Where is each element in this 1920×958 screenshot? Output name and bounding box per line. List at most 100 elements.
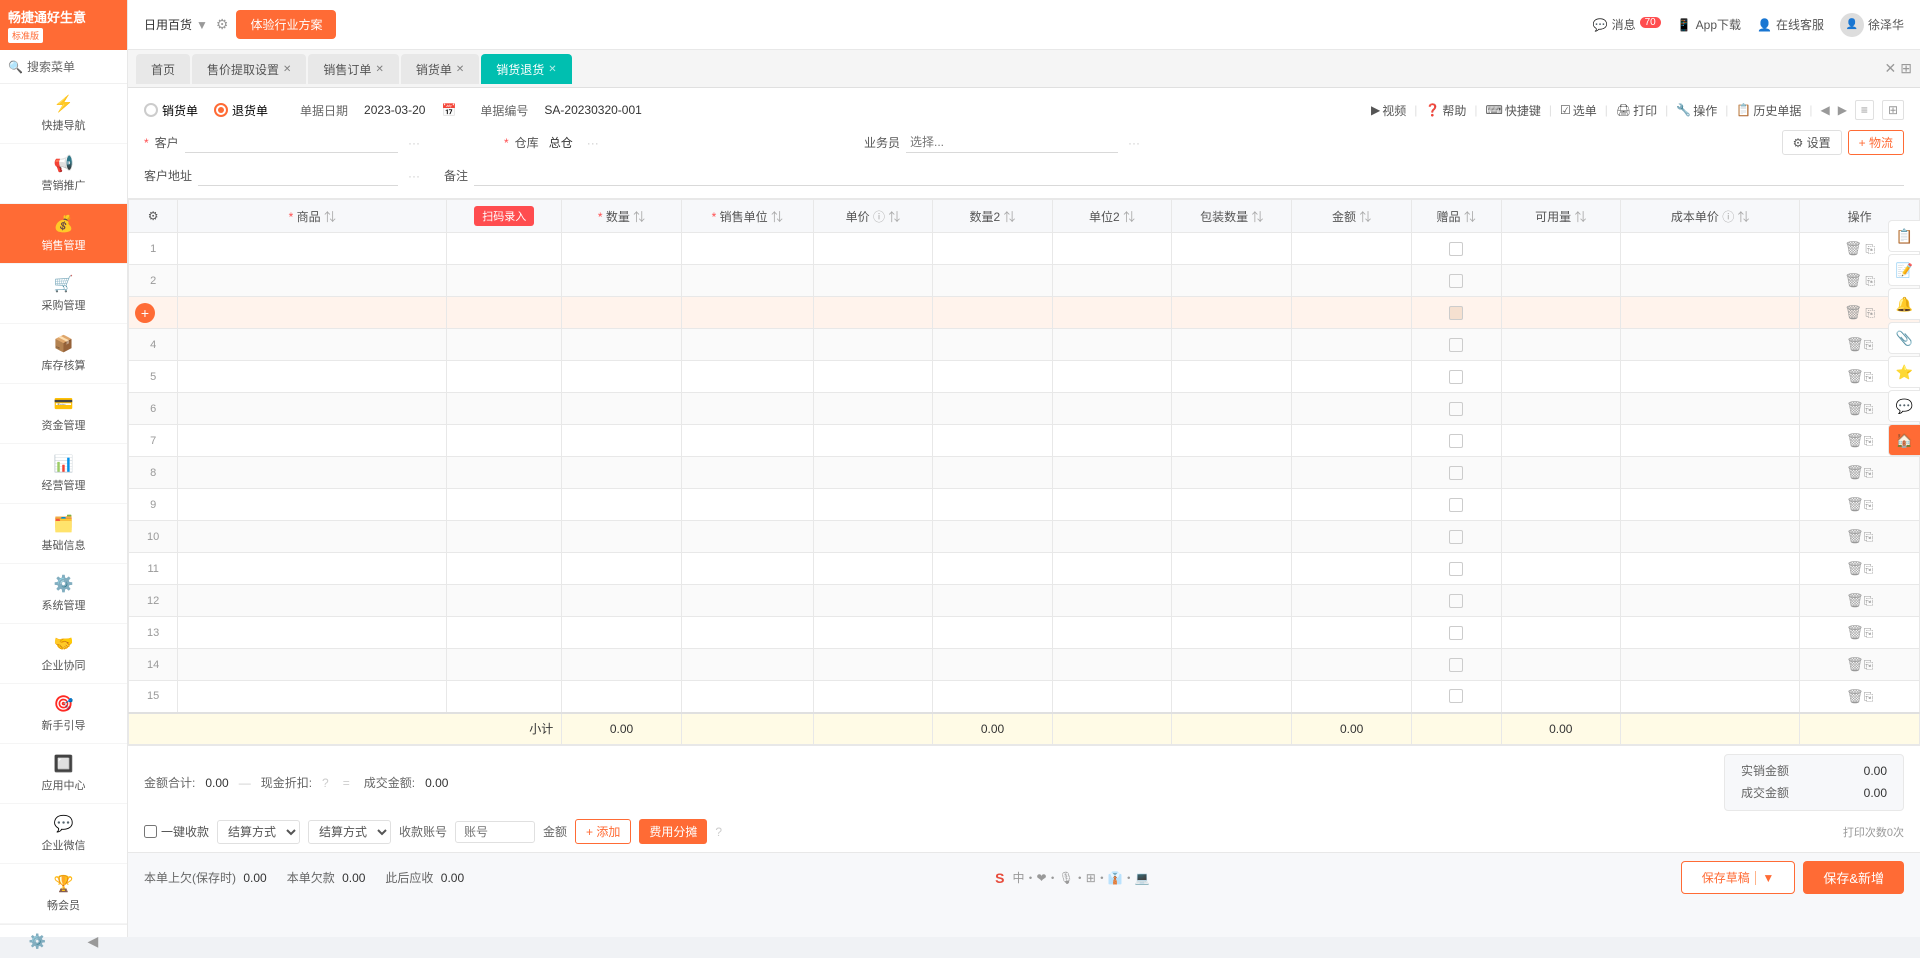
price-cell[interactable] (813, 265, 933, 297)
gift-checkbox[interactable] (1449, 306, 1463, 320)
toolbar-print[interactable]: 🖨 打印 (1616, 102, 1657, 119)
note-input[interactable] (474, 165, 1904, 186)
th-settings[interactable]: ⚙ (129, 200, 178, 233)
pack-cell[interactable] (1172, 297, 1292, 329)
view-toggle-grid[interactable]: ⊞ (1882, 100, 1904, 120)
right-panel-star[interactable]: ⭐ (1888, 356, 1920, 388)
goods-cell[interactable] (178, 233, 447, 265)
address-expand-icon[interactable]: ··· (404, 169, 424, 183)
scan-btn[interactable]: 扫码录入 (474, 206, 534, 226)
cost-sort-icon[interactable]: ⇅ (1738, 210, 1750, 224)
calculation-method-select[interactable]: 结算方式 (308, 820, 391, 844)
toolbar-shortcut[interactable]: ⌨ 快捷键 (1486, 102, 1541, 119)
amount-sort-icon[interactable]: ⇅ (1359, 210, 1371, 224)
right-panel-link[interactable]: 📎 (1888, 322, 1920, 354)
pack-cell[interactable] (1172, 233, 1292, 265)
cost-price-cell[interactable] (1621, 233, 1800, 265)
copy-row-btn[interactable]: ⎘ (1864, 498, 1874, 513)
one-key-payment-input[interactable] (144, 825, 157, 838)
sidebar-item-marketing[interactable]: 📢 营销推广 (0, 144, 127, 204)
price-cell[interactable] (813, 233, 933, 265)
sidebar-item-basic[interactable]: 🗂️ 基础信息 (0, 504, 127, 564)
sidebar-item-operation[interactable]: 📊 经营管理 (0, 444, 127, 504)
goods-sort-icon[interactable]: ⇅ (324, 210, 336, 224)
delete-row-btn[interactable]: 🗑 (1846, 688, 1864, 705)
gift-checkbox[interactable] (1449, 242, 1463, 256)
sidebar-item-inventory[interactable]: 📦 库存核算 (0, 324, 127, 384)
trial-btn[interactable]: 体验行业方案 (236, 10, 336, 39)
sidebar-item-purchase[interactable]: 🛒 采购管理 (0, 264, 127, 324)
gift-checkbox[interactable] (1449, 498, 1463, 512)
account-input[interactable] (455, 821, 535, 843)
copy-row-btn[interactable]: ⎘ (1865, 274, 1875, 289)
sidebar-item-enterprise[interactable]: 🤝 企业协同 (0, 624, 127, 684)
save-draft-btn[interactable]: 保存草稿 ▼ (1681, 861, 1796, 894)
draft-arrow-icon[interactable]: ▼ (1755, 871, 1774, 885)
toolbar-select[interactable]: ☑ 选单 (1560, 102, 1597, 119)
settings-bottom-icon[interactable]: ⚙️ (29, 933, 46, 950)
qty-cell[interactable] (562, 233, 682, 265)
copy-row-btn[interactable]: ⎘ (1864, 466, 1874, 481)
qty-cell[interactable] (562, 297, 682, 329)
delete-row-btn[interactable]: 🗑 (1846, 496, 1864, 513)
tab-expand-icon[interactable]: ⊞ (1900, 60, 1912, 77)
one-key-payment-checkbox[interactable]: 一键收款 (144, 823, 209, 840)
copy-row-btn[interactable]: ⎘ (1865, 242, 1875, 257)
right-panel-note[interactable]: 📝 (1888, 254, 1920, 286)
gift-cell[interactable] (1411, 297, 1501, 329)
goods-input-cell[interactable] (178, 297, 447, 329)
gift-checkbox[interactable] (1449, 594, 1463, 608)
settlement-method-select[interactable]: 结算方式 (217, 820, 300, 844)
copy-row-btn[interactable]: ⎘ (1864, 594, 1874, 609)
qty-sort-icon[interactable]: ⇅ (633, 210, 645, 224)
right-panel-clipboard[interactable]: 📋 (1888, 220, 1920, 252)
available-cell[interactable] (1501, 297, 1621, 329)
sidebar-item-appstore[interactable]: 🔲 应用中心 (0, 744, 127, 804)
gift-checkbox[interactable] (1449, 658, 1463, 672)
tab-sales-return-close[interactable]: ✕ (548, 64, 556, 75)
delete-row-btn[interactable]: 🗑 (1846, 624, 1864, 641)
unit-cell[interactable] (681, 233, 813, 265)
gift-checkbox[interactable] (1449, 530, 1463, 544)
delete-row-btn[interactable]: 🗑 (1844, 304, 1862, 321)
settings-btn[interactable]: ⚙ 设置 (1782, 130, 1842, 155)
goods-cell[interactable] (178, 265, 447, 297)
tab-sales-goods-close[interactable]: ✕ (456, 64, 464, 75)
message-btn[interactable]: 💬 消息 70 (1593, 16, 1661, 33)
tab-close-all-icon[interactable]: ✕ (1885, 60, 1897, 77)
delete-row-btn[interactable]: 🗑 (1846, 432, 1864, 449)
qty2-cell[interactable] (933, 265, 1053, 297)
delete-row-btn[interactable]: 🗑 (1846, 464, 1864, 481)
radio-sales[interactable]: 销货单 (144, 102, 198, 119)
copy-row-btn[interactable]: ⎘ (1864, 690, 1874, 705)
delete-row-btn[interactable]: 🗑 (1846, 336, 1864, 353)
delete-row-btn[interactable]: 🗑 (1844, 272, 1862, 289)
unit2-cell[interactable] (1052, 233, 1172, 265)
tab-sales-order[interactable]: 销售订单 ✕ (308, 54, 398, 84)
delete-row-btn[interactable]: 🗑 (1844, 240, 1862, 257)
unit2-sort-icon[interactable]: ⇅ (1123, 210, 1135, 224)
gift-sort-icon[interactable]: ⇅ (1464, 210, 1476, 224)
price-sort-icon[interactable]: ⇅ (888, 210, 900, 224)
online-support-btn[interactable]: 👤 在线客服 (1757, 16, 1824, 33)
sidebar-item-system[interactable]: ⚙️ 系统管理 (0, 564, 127, 624)
unit-sort-icon[interactable]: ⇅ (771, 210, 783, 224)
available-cell[interactable] (1501, 265, 1621, 297)
gift-checkbox[interactable] (1449, 626, 1463, 640)
nav-next-icon[interactable]: ▶ (1838, 103, 1847, 117)
view-toggle-list[interactable]: ≡ (1855, 100, 1874, 120)
right-panel-home[interactable]: 🏠 (1888, 424, 1920, 456)
tab-price-settings[interactable]: 售价提取设置 ✕ (192, 54, 306, 84)
th-scan[interactable]: 扫码录入 (447, 200, 562, 233)
tab-price-settings-close[interactable]: ✕ (283, 64, 291, 75)
gift-checkbox[interactable] (1449, 434, 1463, 448)
topbar-settings-icon[interactable]: ⚙ (216, 16, 229, 33)
sidebar-item-wechat[interactable]: 💬 企业微信 (0, 804, 127, 864)
copy-row-btn[interactable]: ⎘ (1864, 530, 1874, 545)
price-cell[interactable] (813, 297, 933, 329)
cost-price-cell[interactable] (1621, 265, 1800, 297)
tab-sales-order-close[interactable]: ✕ (375, 64, 383, 75)
radio-return[interactable]: 退货单 (214, 102, 268, 119)
user-menu[interactable]: 👤 徐泽华 (1840, 13, 1904, 37)
gift-cell[interactable] (1411, 233, 1501, 265)
